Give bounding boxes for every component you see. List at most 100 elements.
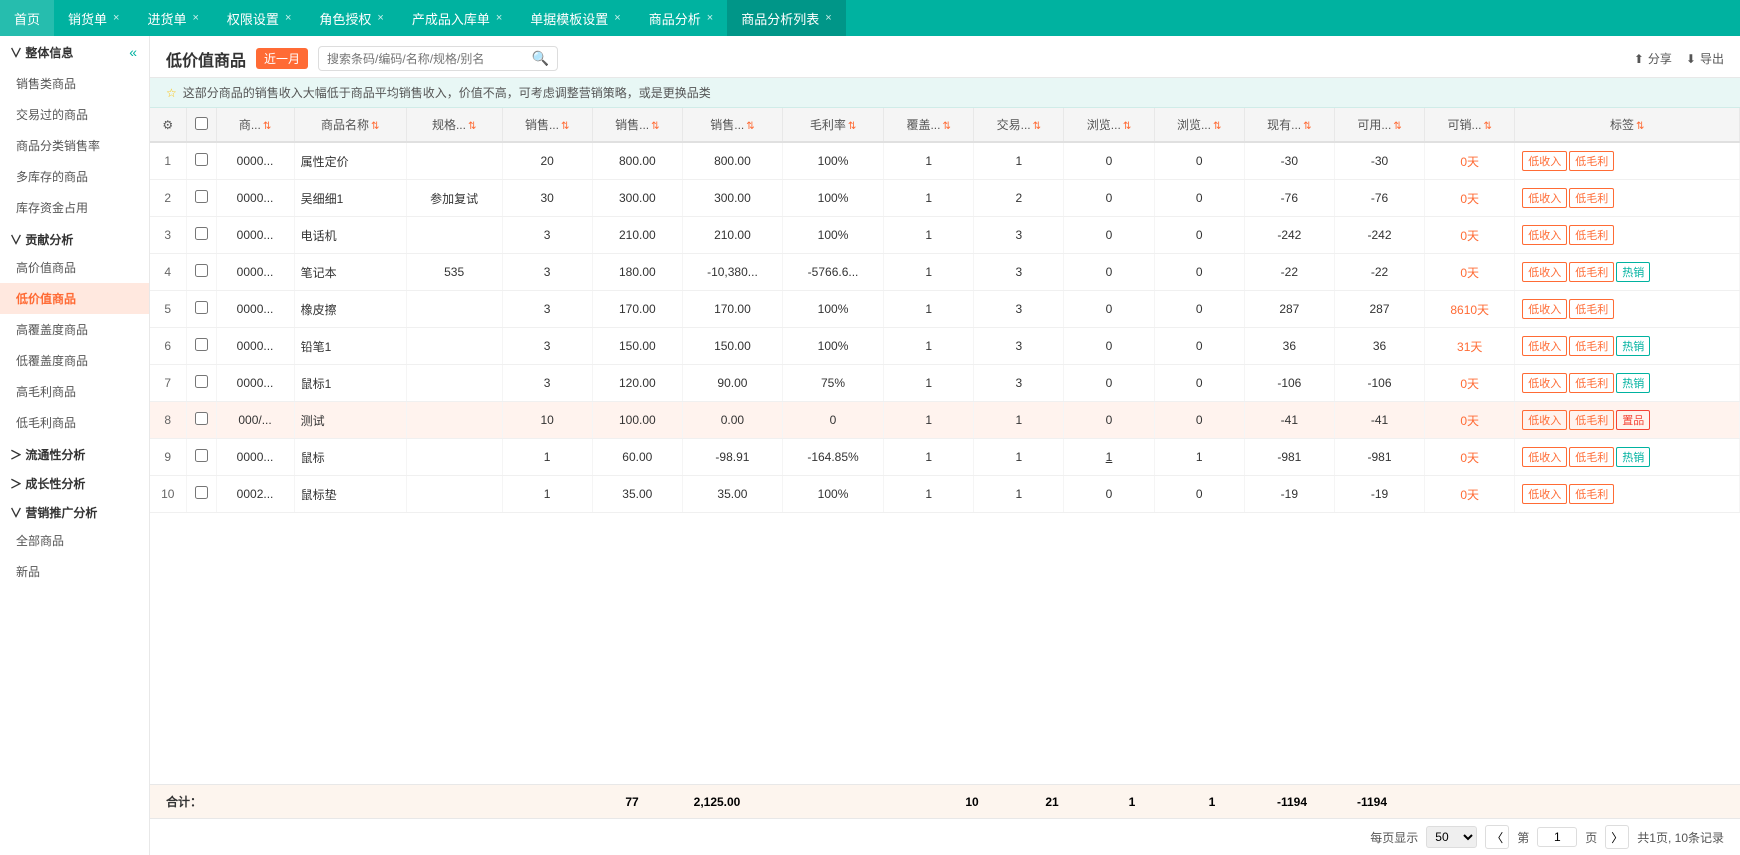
view-link[interactable]: 1 xyxy=(1106,450,1113,464)
product-tag: 低收入 xyxy=(1522,447,1567,467)
row-tags: 低收入低毛利 xyxy=(1515,180,1740,217)
close-icon[interactable]: × xyxy=(192,12,198,24)
row-days: 8610天 xyxy=(1425,291,1515,328)
per-page-select[interactable]: 50 100 200 xyxy=(1426,826,1477,848)
col-stock1: 现有...⇅ xyxy=(1244,108,1334,142)
prev-page-button[interactable]: 〈 xyxy=(1485,825,1509,849)
sidebar-item-high-margin[interactable]: 高毛利商品 xyxy=(0,376,149,407)
content-header: 低价值商品 近一月 🔍 ⬆ 分享 ⬇ 导出 xyxy=(150,36,1740,78)
row-sale2: 170.00 xyxy=(682,291,782,328)
sidebar-item-traded-products[interactable]: 交易过的商品 xyxy=(0,99,149,130)
close-icon[interactable]: × xyxy=(825,12,831,24)
total-sale1: 2,125.00 xyxy=(672,795,762,809)
row-cover: 1 xyxy=(884,328,974,365)
row-code: 0000... xyxy=(216,291,294,328)
table-header-row: ⚙ 商...⇅ 商品名称⇅ 规格...⇅ 销售...⇅ 销售...⇅ 销售...… xyxy=(150,108,1740,142)
row-spec xyxy=(406,476,502,513)
row-checkbox xyxy=(186,254,216,291)
row-select-checkbox[interactable] xyxy=(195,338,208,351)
row-select-checkbox[interactable] xyxy=(195,227,208,240)
row-select-checkbox[interactable] xyxy=(195,301,208,314)
sidebar-item-category-sales-rate[interactable]: 商品分类销售率 xyxy=(0,130,149,161)
close-icon[interactable]: × xyxy=(707,12,713,24)
row-qty: 10 xyxy=(502,402,592,439)
row-checkbox xyxy=(186,180,216,217)
row-sale1: 150.00 xyxy=(592,328,682,365)
sidebar-item-high-coverage[interactable]: 高覆盖度商品 xyxy=(0,314,149,345)
row-select-checkbox[interactable] xyxy=(195,486,208,499)
search-icon[interactable]: 🔍 xyxy=(532,50,549,67)
close-icon[interactable]: × xyxy=(496,12,502,24)
page-number-input[interactable] xyxy=(1537,827,1577,847)
product-tag: 低毛利 xyxy=(1569,410,1614,430)
table-row: 1 0000... 属性定价 20 800.00 800.00 100% 1 1… xyxy=(150,142,1740,180)
row-view2: 0 xyxy=(1154,180,1244,217)
row-cover: 1 xyxy=(884,365,974,402)
sidebar-item-low-coverage[interactable]: 低覆盖度商品 xyxy=(0,345,149,376)
export-button[interactable]: ⬇ 导出 xyxy=(1686,50,1724,67)
product-tag: 热销 xyxy=(1616,373,1650,393)
close-icon[interactable]: × xyxy=(285,12,291,24)
row-select-checkbox[interactable] xyxy=(195,190,208,203)
close-icon[interactable]: × xyxy=(113,12,119,24)
nav-product-stock[interactable]: 产成品入库单 × xyxy=(398,0,516,36)
nav-product-analysis-list[interactable]: 商品分析列表 × xyxy=(727,0,845,36)
row-view1: 0 xyxy=(1064,217,1154,254)
sidebar-group-growth[interactable]: ＞ 成长性分析 xyxy=(0,467,149,496)
nav-permissions[interactable]: 权限设置 × xyxy=(213,0,305,36)
row-num: 3 xyxy=(150,217,186,254)
view-value: 0 xyxy=(1106,487,1113,501)
table-row: 4 0000... 笔记本 535 3 180.00 -10,380... -5… xyxy=(150,254,1740,291)
row-select-checkbox[interactable] xyxy=(195,264,208,277)
share-button[interactable]: ⬆ 分享 xyxy=(1634,50,1672,67)
row-sale2: 0.00 xyxy=(682,402,782,439)
col-view2: 浏览...⇅ xyxy=(1154,108,1244,142)
row-checkbox xyxy=(186,439,216,476)
sidebar-item-high-value[interactable]: 高价值商品 xyxy=(0,252,149,283)
row-select-checkbox[interactable] xyxy=(195,449,208,462)
per-page-label: 每页显示 xyxy=(1370,829,1418,846)
nav-template-settings[interactable]: 单据模板设置 × xyxy=(516,0,634,36)
row-qty: 3 xyxy=(502,254,592,291)
nav-product-analysis[interactable]: 商品分析 × xyxy=(635,0,727,36)
row-stock1: -22 xyxy=(1244,254,1334,291)
sidebar-item-low-margin[interactable]: 低毛利商品 xyxy=(0,407,149,438)
period-button[interactable]: 近一月 xyxy=(256,48,308,69)
row-view2: 0 xyxy=(1154,402,1244,439)
col-stock2: 可用...⇅ xyxy=(1334,108,1424,142)
close-icon[interactable]: × xyxy=(377,12,383,24)
row-select-checkbox[interactable] xyxy=(195,375,208,388)
sidebar-item-low-value[interactable]: 低价值商品 xyxy=(0,283,149,314)
row-spec xyxy=(406,217,502,254)
sidebar-item-all-products[interactable]: 全部商品 xyxy=(0,525,149,556)
sidebar-item-multi-stock[interactable]: 多库存的商品 xyxy=(0,161,149,192)
row-view1: 0 xyxy=(1064,254,1154,291)
sidebar-item-stock-capital[interactable]: 库存资金占用 xyxy=(0,192,149,223)
row-days: 0天 xyxy=(1425,142,1515,180)
row-trade: 1 xyxy=(974,142,1064,180)
close-icon[interactable]: × xyxy=(614,12,620,24)
table-row: 9 0000... 鼠标 1 60.00 -98.91 -164.85% 1 1… xyxy=(150,439,1740,476)
select-all-checkbox[interactable] xyxy=(195,117,208,130)
sidebar-item-sales-products[interactable]: 销售类商品 xyxy=(0,68,149,99)
nav-purchase-order[interactable]: 进货单 × xyxy=(133,0,212,36)
sidebar-group-circulation[interactable]: ＞ 流通性分析 xyxy=(0,438,149,467)
search-input[interactable] xyxy=(327,52,526,66)
row-stock2: -22 xyxy=(1334,254,1424,291)
collapse-button[interactable]: « xyxy=(127,42,139,62)
row-select-checkbox[interactable] xyxy=(195,412,208,425)
nav-roles[interactable]: 角色授权 × xyxy=(305,0,397,36)
sidebar-group-contribution: ∨ 贡献分析 xyxy=(0,223,149,252)
next-page-button[interactable]: 〉 xyxy=(1605,825,1629,849)
row-code: 0002... xyxy=(216,476,294,513)
search-box: 🔍 xyxy=(318,46,558,71)
row-spec: 535 xyxy=(406,254,502,291)
col-sale-amount1: 销售...⇅ xyxy=(592,108,682,142)
col-settings[interactable]: ⚙ xyxy=(150,108,186,142)
row-select-checkbox[interactable] xyxy=(195,153,208,166)
row-spec xyxy=(406,142,502,180)
row-qty: 1 xyxy=(502,439,592,476)
sidebar-item-new-products[interactable]: 新品 xyxy=(0,556,149,587)
nav-home[interactable]: 首页 xyxy=(0,0,54,36)
nav-sales-order[interactable]: 销货单 × xyxy=(54,0,133,36)
